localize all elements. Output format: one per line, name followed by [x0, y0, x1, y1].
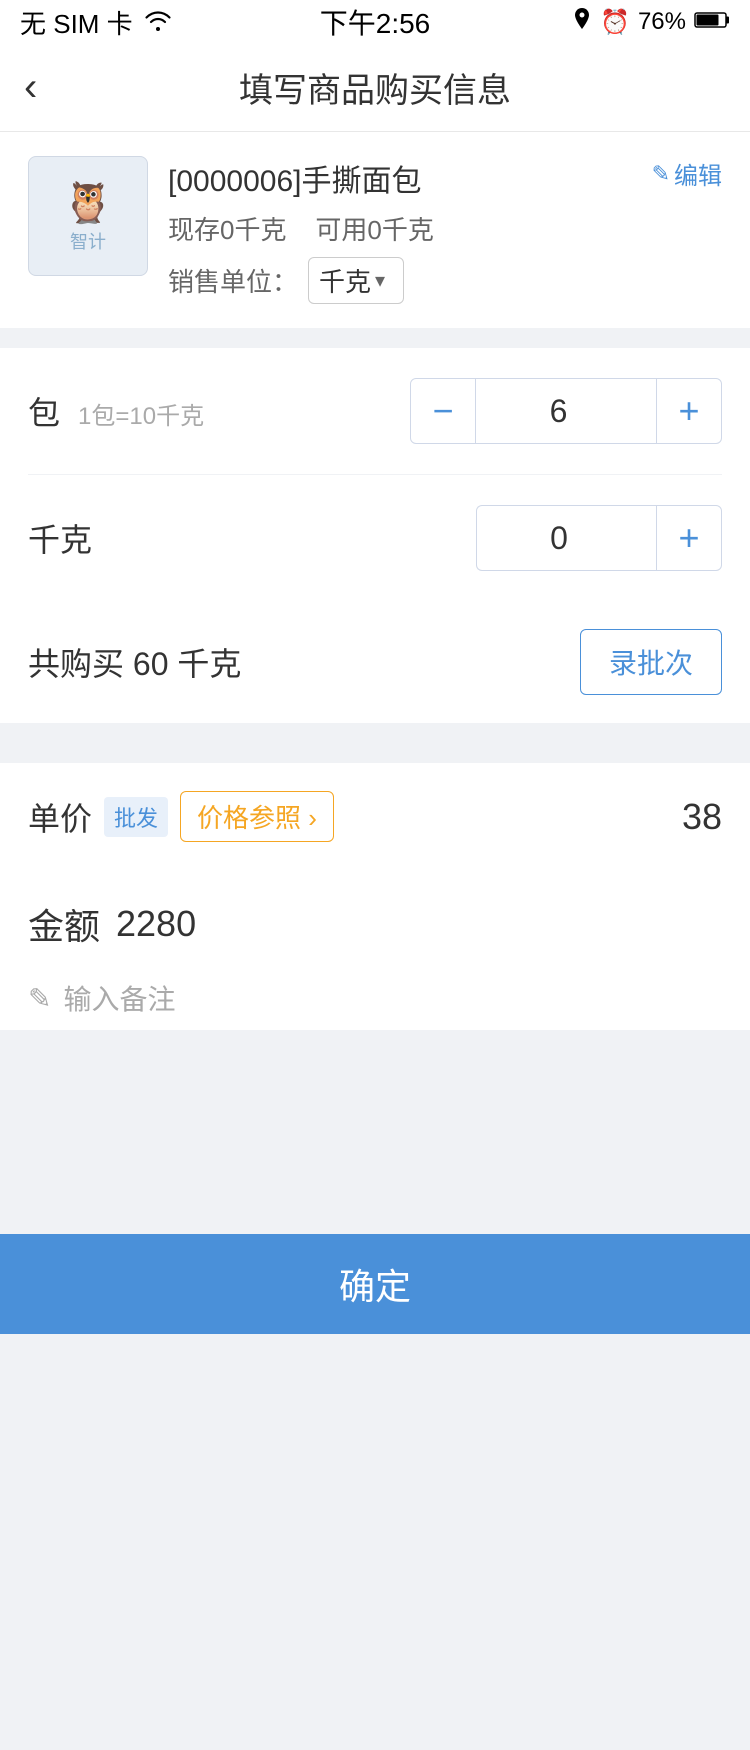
- quantity-label-kg: 千克: [28, 515, 92, 561]
- product-logo-icon: 🦉: [63, 179, 113, 226]
- product-image: 🦉 智计: [28, 156, 148, 276]
- status-time: 下午2:56: [320, 2, 431, 42]
- edit-icon: ✎: [652, 161, 670, 187]
- divider-2: [0, 723, 750, 743]
- product-unit-row: 销售单位： 千克 ▾: [168, 257, 722, 304]
- quantity-row-bao: 包 1包=10千克 − +: [28, 348, 722, 475]
- back-button[interactable]: ‹: [24, 65, 37, 110]
- product-section: 🦉 智计 [0000006]手撕面包 ✎ 编辑 现存0千克 可用0千克 销售单位…: [0, 132, 750, 328]
- confirm-bar[interactable]: 确定: [0, 1234, 750, 1334]
- battery-percent: 76%: [638, 8, 686, 36]
- bottom-padding: [0, 1630, 750, 1750]
- dropdown-arrow-icon: ▾: [375, 268, 385, 293]
- wifi-icon: [143, 7, 173, 38]
- price-section: 单价 批发 价格参照 › 38: [0, 763, 750, 870]
- remark-placeholder: 输入备注: [63, 978, 175, 1018]
- divider-1: [0, 328, 750, 348]
- amount-row: 金额 2280: [28, 898, 722, 950]
- price-ref-button[interactable]: 价格参照 ›: [180, 791, 334, 842]
- product-logo-sub: 智计: [70, 228, 106, 254]
- quantity-section: 包 1包=10千克 − + 千克 +: [0, 348, 750, 601]
- alarm-icon: ⏰: [600, 8, 630, 37]
- quantity-controls-bao: − +: [410, 378, 722, 444]
- quantity-hint-bao: 1包=10千克: [78, 396, 204, 431]
- product-name: [0000006]手撕面包: [168, 156, 421, 200]
- status-right: ⏰ 76%: [572, 7, 730, 38]
- product-stock: 现存0千克 可用0千克: [168, 210, 722, 247]
- total-section: 共购买 60 千克 录批次: [0, 601, 750, 723]
- quantity-label-bao: 包: [28, 388, 60, 434]
- confirm-button[interactable]: 确定: [339, 1258, 411, 1310]
- increment-button-bao[interactable]: +: [656, 378, 722, 444]
- quantity-input-bao[interactable]: [476, 378, 656, 444]
- nav-bar: ‹ 填写商品购买信息: [0, 44, 750, 132]
- quantity-input-kg[interactable]: [476, 505, 656, 571]
- remark-row[interactable]: ✎ 输入备注: [28, 966, 722, 1030]
- amount-value: 2280: [116, 903, 196, 945]
- amount-label: 金额: [28, 898, 100, 950]
- product-info: [0000006]手撕面包 ✎ 编辑 现存0千克 可用0千克 销售单位： 千克 …: [168, 156, 722, 304]
- location-icon: [572, 7, 592, 38]
- sim-label: 无 SIM 卡: [20, 4, 133, 41]
- pencil-icon: ✎: [28, 982, 51, 1015]
- total-text: 共购买 60 千克: [28, 639, 241, 685]
- batch-button[interactable]: 录批次: [580, 629, 722, 695]
- price-label-row: 单价 批发 价格参照 ›: [28, 791, 334, 842]
- edit-button[interactable]: ✎ 编辑: [652, 156, 722, 191]
- battery-icon: [694, 8, 730, 36]
- price-label: 单价: [28, 794, 92, 840]
- quantity-controls-kg: +: [476, 505, 722, 571]
- status-bar: 无 SIM 卡 下午2:56 ⏰ 76%: [0, 0, 750, 44]
- unit-select[interactable]: 千克 ▾: [308, 257, 404, 304]
- amount-section: 金额 2280 ✎ 输入备注: [0, 870, 750, 1030]
- status-left: 无 SIM 卡: [20, 4, 173, 41]
- price-badge: 批发: [104, 797, 168, 837]
- increment-button-kg[interactable]: +: [656, 505, 722, 571]
- price-value: 38: [682, 796, 722, 838]
- page-title: 填写商品购买信息: [239, 63, 511, 112]
- quantity-row-kg: 千克 +: [28, 475, 722, 601]
- decrement-button-bao[interactable]: −: [410, 378, 476, 444]
